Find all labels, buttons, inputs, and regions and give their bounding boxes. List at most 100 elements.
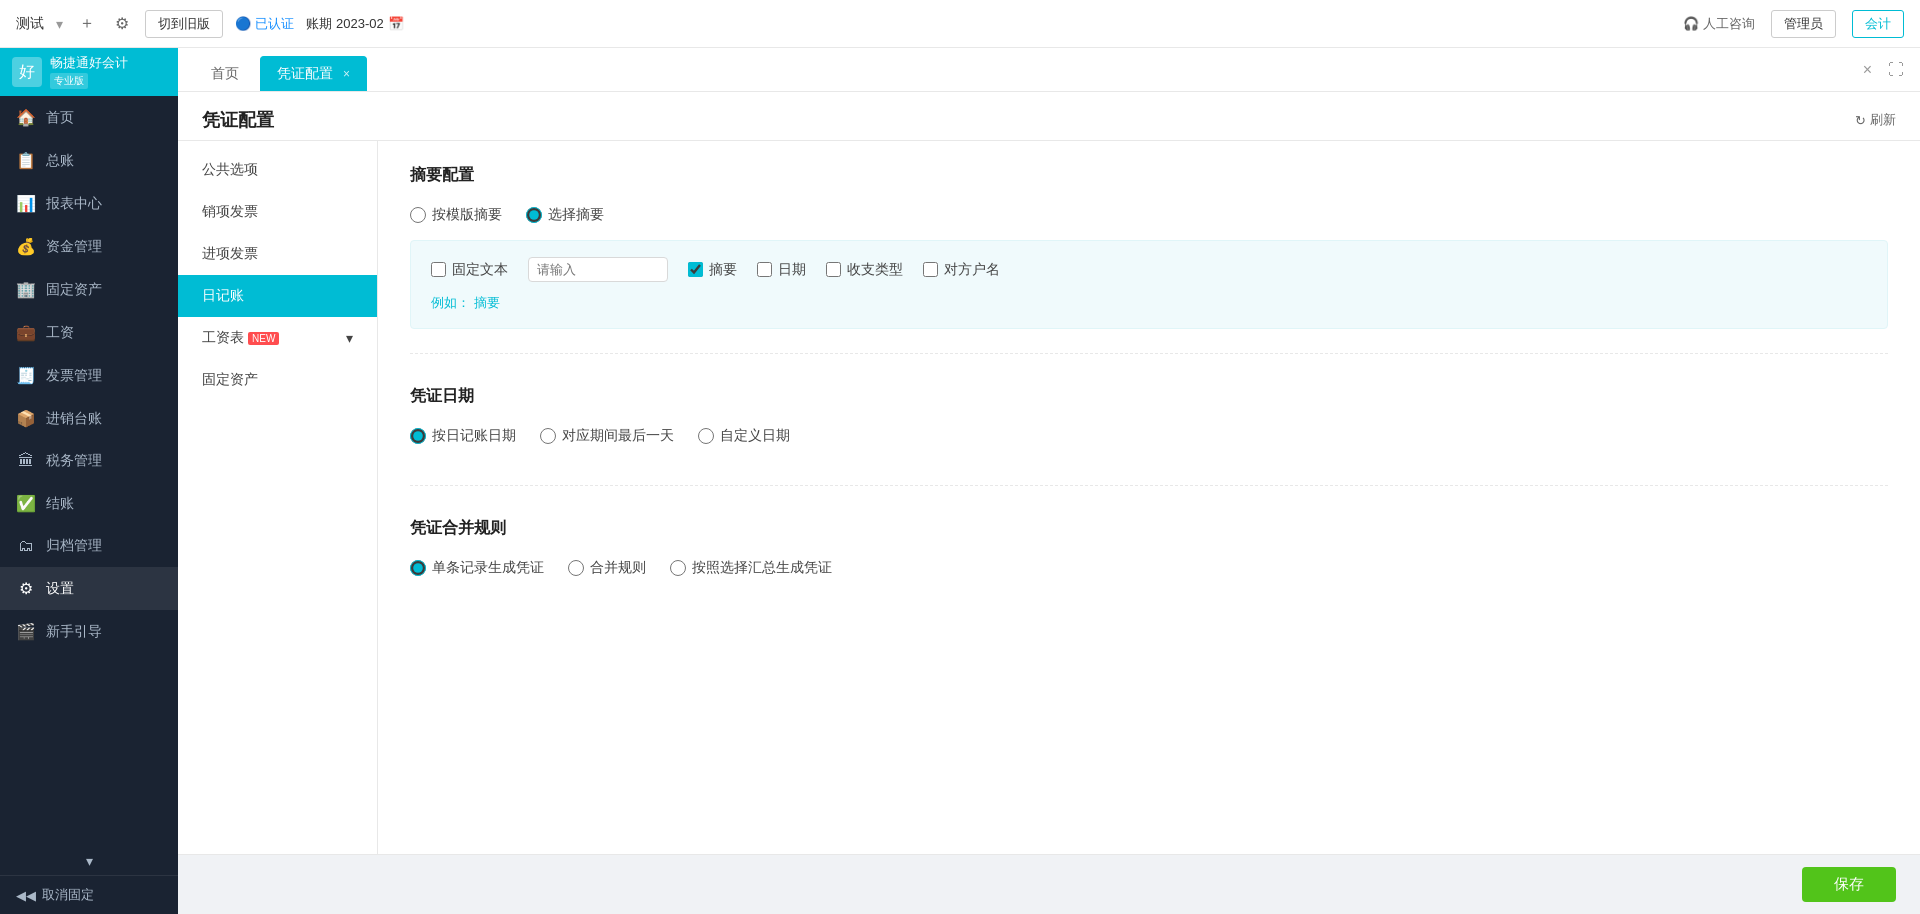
calendar-icon[interactable]: 📅 (388, 16, 404, 31)
sidebar-label-tax: 税务管理 (46, 452, 102, 470)
sidebar-item-invoices[interactable]: 🧾 发票管理 (0, 354, 178, 397)
tab-voucher-config[interactable]: 凭证配置 × (260, 56, 367, 91)
fixed-text-input[interactable] (528, 257, 668, 282)
nav-item-sales-invoice[interactable]: 销项发票 (178, 191, 377, 233)
role-button[interactable]: 管理员 (1771, 10, 1836, 38)
summary-checkbox-row: 固定文本 摘要 日期 (431, 257, 1867, 282)
sidebar-item-tax[interactable]: 🏛 税务管理 (0, 440, 178, 482)
checkbox-payment-input[interactable] (826, 262, 841, 277)
sidebar-collapse-button[interactable]: ◀◀ 取消固定 (16, 886, 162, 904)
summary-radio-group: 按模版摘要 选择摘要 (410, 206, 1888, 224)
nav-label-journal: 日记账 (202, 287, 244, 303)
radio-merge-input[interactable] (568, 560, 584, 576)
nav-label-public: 公共选项 (202, 161, 258, 177)
radio-select-summary[interactable]: 选择摘要 (526, 206, 604, 224)
fullscreen-button[interactable]: ⛶ (1884, 57, 1908, 83)
fixed-text-label: 固定文本 (452, 261, 508, 279)
home-icon: 🏠 (16, 108, 36, 127)
sidebar-item-ledger[interactable]: 📋 总账 (0, 139, 178, 182)
radio-summary-generate[interactable]: 按照选择汇总生成凭证 (670, 559, 832, 577)
nav-item-public[interactable]: 公共选项 (178, 149, 377, 191)
sidebar-label-closing: 结账 (46, 495, 74, 513)
sidebar-item-reports[interactable]: 📊 报表中心 (0, 182, 178, 225)
switch-version-button[interactable]: 切到旧版 (145, 10, 223, 38)
radio-single-record[interactable]: 单条记录生成凭证 (410, 559, 544, 577)
expand-icon: ▾ (346, 330, 353, 346)
closing-icon: ✅ (16, 494, 36, 513)
config-panel: 摘要配置 按模版摘要 选择摘要 (378, 141, 1920, 854)
reports-icon: 📊 (16, 194, 36, 213)
close-tab-button[interactable]: × (1859, 57, 1876, 83)
logo-app-name: 畅捷通好会计 (50, 55, 128, 72)
checkbox-summary-input[interactable] (688, 262, 703, 277)
accountant-button[interactable]: 会计 (1852, 10, 1904, 38)
refresh-icon: ↻ (1855, 113, 1866, 128)
radio-merge-rule[interactable]: 合并规则 (568, 559, 646, 577)
checkbox-fixed-text-input[interactable] (431, 262, 446, 277)
radio-custom-date-label: 自定义日期 (720, 427, 790, 445)
radio-journal-date[interactable]: 按日记账日期 (410, 427, 516, 445)
sidebar-item-closing[interactable]: ✅ 结账 (0, 482, 178, 525)
sidebar-label-funds: 资金管理 (46, 238, 102, 256)
nav-item-purchase-invoice[interactable]: 进项发票 (178, 233, 377, 275)
refresh-button[interactable]: ↻ 刷新 (1855, 111, 1896, 129)
sidebar-item-funds[interactable]: 💰 资金管理 (0, 225, 178, 268)
sidebar-item-settings[interactable]: ⚙ 设置 (0, 567, 178, 610)
checkbox-counterparty-input[interactable] (923, 262, 938, 277)
tab-close-icon[interactable]: × (343, 67, 350, 81)
checkbox-date[interactable]: 日期 (757, 261, 806, 279)
checkbox-summary[interactable]: 摘要 (688, 261, 737, 279)
merge-section: 凭证合并规则 单条记录生成凭证 合并规则 按照选择汇总生成凭证 (410, 518, 1888, 617)
sidebar-scroll-down[interactable]: ▾ (0, 847, 178, 875)
settings-icon: ⚙ (16, 579, 36, 598)
logo-text-block: 畅捷通好会计 专业版 (50, 55, 128, 90)
checkbox-payment-type[interactable]: 收支类型 (826, 261, 903, 279)
nav-item-fixed-assets[interactable]: 固定资产 (178, 359, 377, 401)
checkbox-fixed-text[interactable]: 固定文本 (431, 261, 508, 279)
sidebar-item-archive[interactable]: 🗂 归档管理 (0, 525, 178, 567)
project-name: 测试 (16, 15, 44, 33)
refresh-label: 刷新 (1870, 111, 1896, 129)
checkbox-date-input[interactable] (757, 262, 772, 277)
nav-label-sales-invoice: 销项发票 (202, 203, 258, 219)
radio-select-input[interactable] (526, 207, 542, 223)
sidebar-item-sales[interactable]: 📦 进销台账 (0, 397, 178, 440)
page-header: 凭证配置 ↻ 刷新 (178, 92, 1920, 141)
radio-custom-date-input[interactable] (698, 428, 714, 444)
radio-template-summary[interactable]: 按模版摘要 (410, 206, 502, 224)
date-title: 凭证日期 (410, 386, 1888, 407)
settings-icon[interactable]: ⚙ (111, 10, 133, 37)
consult-button[interactable]: 🎧 人工咨询 (1683, 15, 1755, 33)
summary-section: 摘要配置 按模版摘要 选择摘要 (410, 165, 1888, 354)
radio-template-input[interactable] (410, 207, 426, 223)
sidebar-item-guide[interactable]: 🎬 新手引导 (0, 610, 178, 653)
sidebar-label-payroll: 工资 (46, 324, 74, 342)
radio-journal-date-input[interactable] (410, 428, 426, 444)
checkbox-counterparty[interactable]: 对方户名 (923, 261, 1000, 279)
nav-item-payroll[interactable]: 工资表 NEW ▾ (178, 317, 377, 359)
radio-period-last-input[interactable] (540, 428, 556, 444)
radio-custom-date[interactable]: 自定义日期 (698, 427, 790, 445)
radio-single-input[interactable] (410, 560, 426, 576)
save-button[interactable]: 保存 (1802, 867, 1896, 902)
nav-item-journal[interactable]: 日记账 (178, 275, 377, 317)
nav-label-payroll: 工资表 (202, 329, 244, 347)
tab-voucher-label: 凭证配置 (277, 65, 333, 81)
payroll-icon: 💼 (16, 323, 36, 342)
assets-icon: 🏢 (16, 280, 36, 299)
sidebar-logo: 好 畅捷通好会计 专业版 (0, 48, 178, 96)
sidebar-item-home[interactable]: 🏠 首页 (0, 96, 178, 139)
header-right: 🎧 人工咨询 管理员 会计 (1683, 10, 1904, 38)
add-icon[interactable]: ＋ (75, 9, 99, 38)
collapse-arrow-icon: ◀◀ (16, 888, 36, 903)
date-radio-group: 按日记账日期 对应期间最后一天 自定义日期 (410, 427, 1888, 445)
project-chevron-icon[interactable]: ▾ (56, 16, 63, 32)
sidebar-item-assets[interactable]: 🏢 固定资产 (0, 268, 178, 311)
sidebar-item-payroll[interactable]: 💼 工资 (0, 311, 178, 354)
tab-home[interactable]: 首页 (194, 56, 256, 91)
radio-period-last[interactable]: 对应期间最后一天 (540, 427, 674, 445)
sidebar-label-home: 首页 (46, 109, 74, 127)
tab-bar-actions: × ⛶ (1859, 57, 1908, 83)
nav-label-fixed-assets: 固定资产 (202, 371, 258, 387)
radio-summary-input[interactable] (670, 560, 686, 576)
